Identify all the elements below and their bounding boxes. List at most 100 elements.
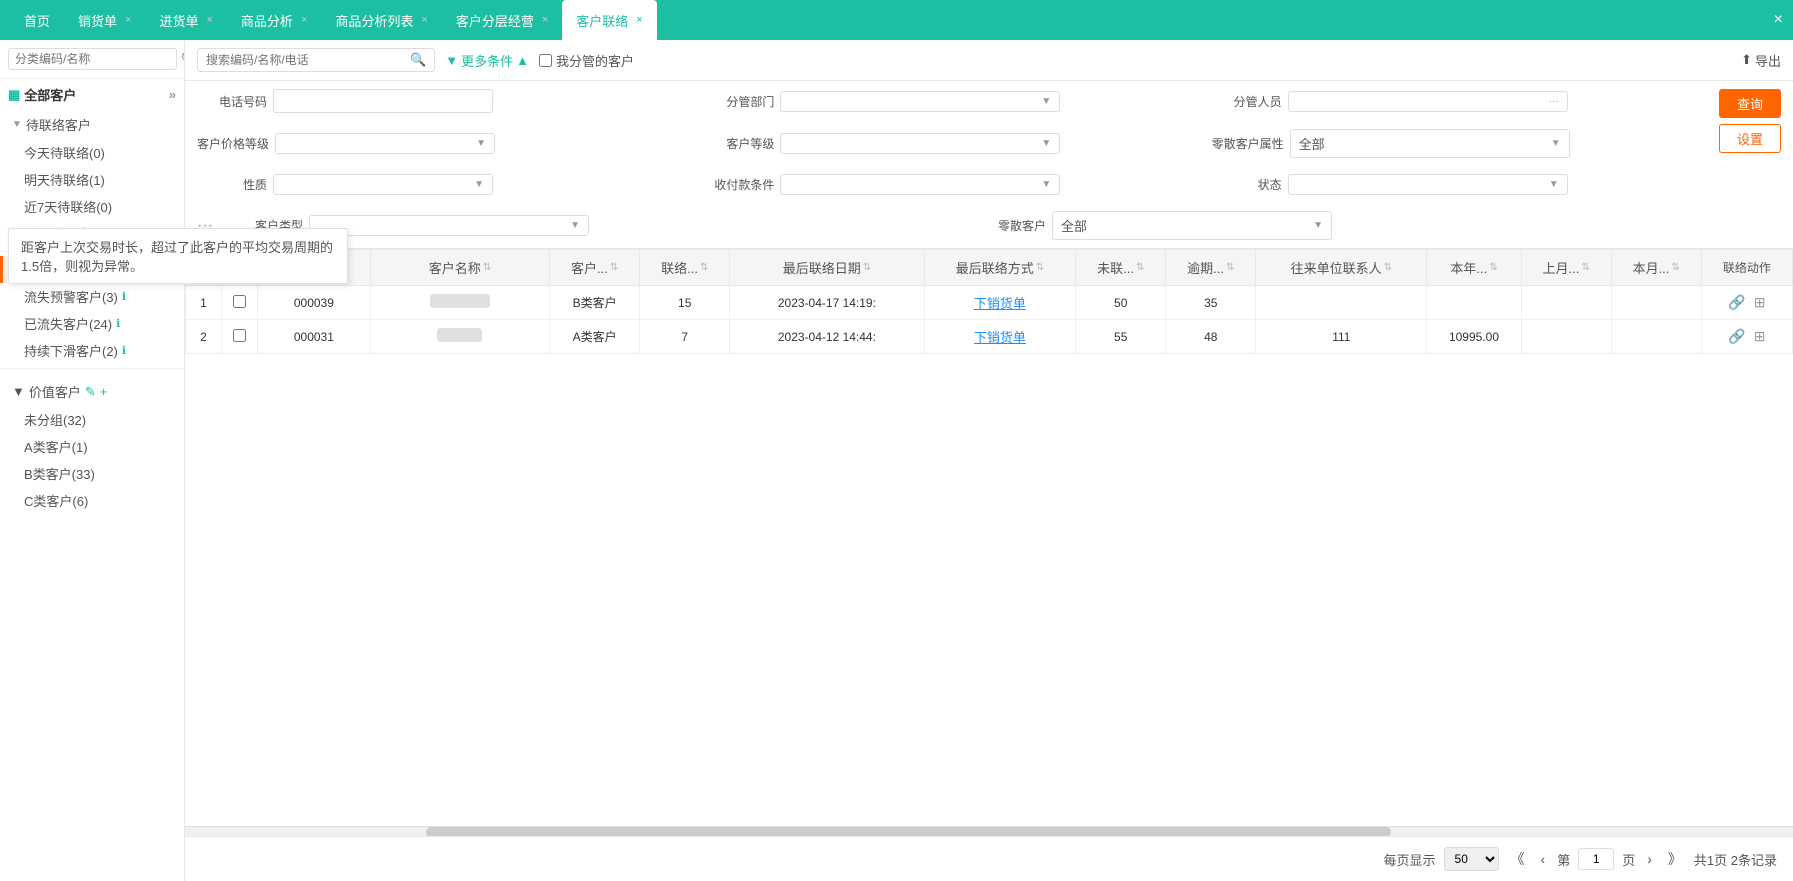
filter-payment-select[interactable]: ▼ xyxy=(780,174,1060,195)
info-icon-declining: ℹ xyxy=(122,344,126,357)
nav-close-product-list[interactable]: × xyxy=(421,14,427,26)
info-icon-lost: ℹ xyxy=(116,317,120,330)
sort-uncontacted-icon: ⇅ xyxy=(1136,262,1144,273)
first-page-button[interactable]: 《 xyxy=(1507,849,1529,869)
filter-person-select[interactable]: ··· xyxy=(1288,91,1568,112)
row2-code: 000031 xyxy=(258,320,371,354)
query-button[interactable]: 查询 xyxy=(1719,89,1781,118)
col-last-date[interactable]: 最后联络日期⇅ xyxy=(730,250,924,286)
row2-last-month xyxy=(1521,320,1611,354)
sidebar-item-today[interactable]: 今天待联络(0) xyxy=(0,139,184,166)
col-this-year[interactable]: 本年...⇅ xyxy=(1427,250,1521,286)
row2-last-method[interactable]: 下销货单 xyxy=(924,320,1076,354)
search-input[interactable] xyxy=(206,53,406,67)
nav-item-customer-segment[interactable]: 客户分层经营 × xyxy=(442,0,562,40)
row2-grid-icon[interactable]: ⊞ xyxy=(1754,328,1766,345)
sidebar-item-tomorrow[interactable]: 明天待联络(1) xyxy=(0,166,184,193)
row1-cust-type: B类客户 xyxy=(550,286,640,320)
row2-select-checkbox[interactable] xyxy=(233,329,246,342)
page-size-select[interactable]: 20 50 100 xyxy=(1444,847,1499,871)
sidebar-item-lost[interactable]: 已流失客户(24) ℹ xyxy=(0,310,184,337)
row1-grid-icon[interactable]: ⊞ xyxy=(1754,294,1766,311)
window-close-button[interactable]: × xyxy=(1774,11,1783,29)
col-uncontacted[interactable]: 未联...⇅ xyxy=(1076,250,1166,286)
grid-icon: ▦ xyxy=(8,87,20,103)
sidebar-item-class-a[interactable]: A类客户(1) xyxy=(0,433,184,460)
col-this-month[interactable]: 本月...⇅ xyxy=(1611,250,1701,286)
add-icon[interactable]: + xyxy=(100,384,108,399)
sidebar-collapse-icon[interactable]: » xyxy=(169,87,176,102)
export-icon: ⬆ xyxy=(1741,52,1752,68)
filter-cust-level-select[interactable]: ▼ xyxy=(780,133,1060,154)
cust-level-arrow: ▼ xyxy=(1041,138,1051,149)
row1-link-icon[interactable]: 🔗 xyxy=(1728,294,1745,311)
filter-cust-level: 客户等级 ▼ xyxy=(704,133,1201,154)
my-customer-checkbox-wrap[interactable]: 我分管的客户 xyxy=(539,51,634,70)
row2-this-month xyxy=(1611,320,1701,354)
sidebar-section-value: ▼ 价值客户 ✎ + 未分组(32) A类客户(1) B类客户(33) C类客户… xyxy=(0,373,184,518)
col-contact-person[interactable]: 往来单位联系人⇅ xyxy=(1256,250,1427,286)
sidebar-item-7days[interactable]: 近7天待联络(0) xyxy=(0,193,184,220)
content-area: 🔍 ▼ 更多条件 ▲ 我分管的客户 ⬆ 导出 xyxy=(185,40,1793,881)
row2-overdue: 48 xyxy=(1166,320,1256,354)
page-number-input[interactable] xyxy=(1578,848,1614,870)
nav-item-purchase[interactable]: 进货单 × xyxy=(145,0,226,40)
nav-item-sales[interactable]: 销货单 × xyxy=(64,0,145,40)
settings-button[interactable]: 设置 xyxy=(1719,124,1781,153)
row1-last-method[interactable]: 下销货单 xyxy=(924,286,1076,320)
filter-cust-level-label: 客户等级 xyxy=(704,135,774,152)
filter-price-level-select[interactable]: ▼ xyxy=(275,133,495,154)
nav-close-customer-contact[interactable]: × xyxy=(636,14,642,26)
row1-checkbox[interactable] xyxy=(222,286,258,320)
sort-contact-count-icon: ⇅ xyxy=(700,262,708,273)
row2-last-date: 2023-04-12 14:44: xyxy=(730,320,924,354)
col-last-method[interactable]: 最后联络方式⇅ xyxy=(924,250,1076,286)
person-select-arrow: ··· xyxy=(1549,96,1559,107)
price-level-arrow: ▼ xyxy=(476,138,486,149)
nav-close-customer-segment[interactable]: × xyxy=(542,14,548,26)
edit-icon[interactable]: ✎ xyxy=(85,384,96,400)
search-icon-button[interactable]: 🔍 xyxy=(410,52,426,68)
filter-retail-select[interactable]: 全部 ▼ xyxy=(1052,211,1332,240)
sort-this-month-icon: ⇅ xyxy=(1671,262,1679,273)
horizontal-scrollbar[interactable] xyxy=(185,826,1793,836)
nav-item-product-analysis[interactable]: 商品分析 × xyxy=(227,0,321,40)
sidebar-item-loss-warning[interactable]: 流失预警客户(3) ℹ xyxy=(0,283,184,310)
sidebar-item-class-c[interactable]: C类客户(6) xyxy=(0,487,184,514)
filter-more-button[interactable]: ▼ 更多条件 ▲ xyxy=(445,51,529,70)
filter-retail-attr-select[interactable]: 全部 ▼ xyxy=(1290,129,1570,158)
row1-select-checkbox[interactable] xyxy=(233,295,246,308)
filter-cust-type-select[interactable]: ▼ xyxy=(309,215,589,236)
last-page-button[interactable]: 》 xyxy=(1664,849,1686,869)
col-cust-type[interactable]: 客户...⇅ xyxy=(550,250,640,286)
sidebar-item-class-b[interactable]: B类客户(33) xyxy=(0,460,184,487)
row2-link-icon[interactable]: 🔗 xyxy=(1728,328,1745,345)
export-button[interactable]: ⬆ 导出 xyxy=(1741,51,1781,70)
sidebar-item-ungroups[interactable]: 未分组(32) xyxy=(0,406,184,433)
filter-phone-input[interactable] xyxy=(273,89,493,113)
next-page-button[interactable]: › xyxy=(1643,851,1656,867)
nav-item-home[interactable]: 首页 xyxy=(10,0,64,40)
filter-status-select[interactable]: ▼ xyxy=(1288,174,1568,195)
col-contact-count[interactable]: 联络...⇅ xyxy=(640,250,730,286)
prev-page-button[interactable]: ‹ xyxy=(1537,851,1550,867)
nav-close-sales[interactable]: × xyxy=(125,14,131,26)
filter-dept-select[interactable]: ▼ xyxy=(780,91,1060,112)
pagination-bar: 每页显示 20 50 100 《 ‹ 第 页 › 》 共1页 2条记录 xyxy=(185,836,1793,881)
my-customer-checkbox[interactable] xyxy=(539,54,552,67)
row2-checkbox[interactable] xyxy=(222,320,258,354)
sidebar-item-declining[interactable]: 持续下滑客户(2) ℹ xyxy=(0,337,184,364)
nav-close-purchase[interactable]: × xyxy=(206,14,212,26)
sidebar-search-input[interactable] xyxy=(8,48,177,70)
filter-gender-select[interactable]: ▼ xyxy=(273,174,493,195)
row1-overdue: 35 xyxy=(1166,286,1256,320)
nav-item-product-list[interactable]: 商品分析列表 × xyxy=(321,0,441,40)
col-overdue[interactable]: 逾期...⇅ xyxy=(1166,250,1256,286)
sidebar-all-customers[interactable]: ▦ 全部客户 » xyxy=(0,79,184,110)
sidebar-group-pending-title[interactable]: ▼ 待联络客户 xyxy=(0,110,184,139)
gender-arrow: ▼ xyxy=(474,179,484,190)
nav-close-product-analysis[interactable]: × xyxy=(301,14,307,26)
col-name[interactable]: 客户名称⇅ xyxy=(370,250,549,286)
nav-item-customer-contact[interactable]: 客户联络 × xyxy=(562,0,656,40)
col-last-month[interactable]: 上月...⇅ xyxy=(1521,250,1611,286)
